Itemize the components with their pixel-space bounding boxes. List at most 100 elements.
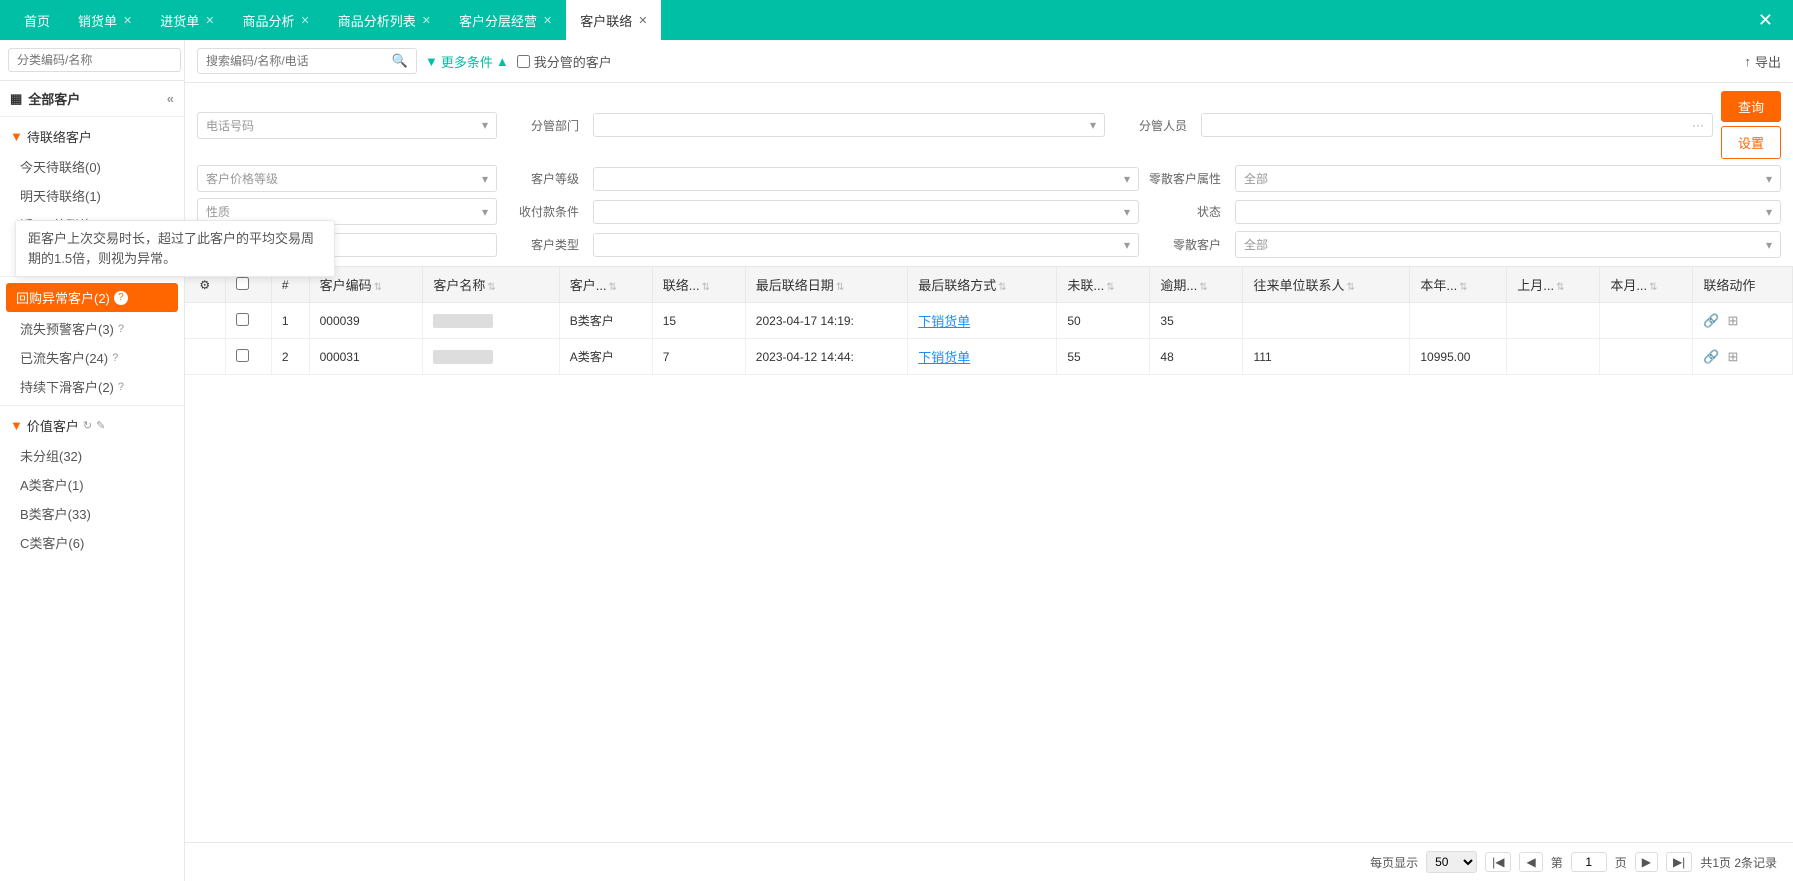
th-last-contact-date[interactable]: 最后联络日期⇅ <box>745 267 907 303</box>
payment-field[interactable]: ▾ <box>593 200 1139 224</box>
nav-tab-purchase[interactable]: 进货单 ✕ <box>146 0 228 40</box>
sidebar-item-lost[interactable]: 已流失客户(24) ? <box>0 343 184 372</box>
nav-home[interactable]: 首页 <box>10 0 64 40</box>
sync-icon[interactable]: ↻ <box>83 419 92 432</box>
phone-field[interactable]: 电话号码 ▾ <box>197 112 497 139</box>
sidebar-item-unclassified[interactable]: 未分组(32) <box>0 441 184 470</box>
th-contact-person[interactable]: 往来单位联系人⇅ <box>1243 267 1410 303</box>
th-name[interactable]: 客户名称⇅ <box>423 267 559 303</box>
select-all-checkbox[interactable] <box>236 277 249 290</box>
th-not-contacted[interactable]: 未联...⇅ <box>1057 267 1150 303</box>
more-action-icon[interactable]: ⊞ <box>1728 313 1739 329</box>
contact-method-link[interactable]: 下销货单 <box>918 350 970 365</box>
action-icons: 🔗 ⊞ <box>1703 313 1782 329</box>
sidebar-item-repurchase-abnormal[interactable]: 回购异常客户(2) ? <box>6 283 178 312</box>
row-checkbox[interactable] <box>236 349 249 362</box>
page-suffix: 页 <box>1615 854 1627 871</box>
page-number-input[interactable] <box>1571 852 1607 872</box>
status-field[interactable]: ▾ <box>1235 200 1781 224</box>
chevron-down-icon: ▾ <box>482 118 488 132</box>
contact-method-link[interactable]: 下销货单 <box>918 314 970 329</box>
sidebar-item-today[interactable]: 今天待联络(0) <box>0 152 184 181</box>
retail-customer-field[interactable]: 全部 ▾ <box>1235 231 1781 258</box>
chevron-down-icon: ▾ <box>1124 238 1130 252</box>
row-checkbox[interactable] <box>236 313 249 326</box>
th-contact[interactable]: 联络...⇅ <box>652 267 745 303</box>
th-type[interactable]: 客户...⇅ <box>559 267 652 303</box>
sidebar-item-b-class[interactable]: B类客户(33) <box>0 499 184 528</box>
nav-tab-product-analysis[interactable]: 商品分析 ✕ <box>228 0 323 40</box>
edit-icon[interactable]: ✎ <box>96 419 105 432</box>
td-contact: 15 <box>652 303 745 339</box>
set-button[interactable]: 设置 <box>1721 126 1781 159</box>
th-last-contact-method[interactable]: 最后联络方式⇅ <box>908 267 1057 303</box>
sidebar-item-c-class[interactable]: C类客户(6) <box>0 528 184 557</box>
sort-icon: ⇅ <box>374 282 382 293</box>
nav-tab-sales[interactable]: 销货单 ✕ <box>64 0 146 40</box>
close-icon[interactable]: ✕ <box>422 14 431 27</box>
export-button[interactable]: ↑ 导出 <box>1744 52 1781 71</box>
pending-contact-title[interactable]: ▼ 待联络客户 <box>0 121 184 152</box>
tooltip-box: 距客户上次交易时长，超过了此客户的平均交易周期的1.5倍，则视为异常。 <box>15 220 335 277</box>
sidebar-item-tomorrow[interactable]: 明天待联络(1) <box>0 181 184 210</box>
th-overdue[interactable]: 逾期...⇅ <box>1150 267 1243 303</box>
customer-table: ⚙ # 客户编码⇅ 客户名称⇅ 客户...⇅ 联络...⇅ 最后联络日期⇅ 最后… <box>185 267 1793 375</box>
td-last-contact-method: 下销货单 <box>908 303 1057 339</box>
more-conditions-button[interactable]: ▼ 更多条件 ▲ <box>425 52 509 71</box>
last-page-button[interactable]: ▶| <box>1666 852 1692 872</box>
sidebar-item-lost-pre[interactable]: 流失预警客户(3) ? <box>0 314 184 343</box>
next-page-button[interactable]: ▶ <box>1635 852 1658 872</box>
manager-field[interactable]: ··· <box>1201 113 1713 137</box>
sort-icon: ⇅ <box>1459 282 1467 293</box>
more-action-icon[interactable]: ⊞ <box>1728 349 1739 365</box>
per-page-select[interactable]: 50 100 <box>1426 851 1477 873</box>
nav-tab-customer-contact[interactable]: 客户联络 ✕ <box>566 0 661 40</box>
more-icon[interactable]: ··· <box>1692 118 1704 132</box>
customer-type-field[interactable]: ▾ <box>593 233 1139 257</box>
table-row: 2 000031 A类客户 7 2023-04-12 14:44: 下销货单 5… <box>185 339 1793 375</box>
query-button[interactable]: 查询 <box>1721 91 1781 122</box>
th-this-month[interactable]: 本月...⇅ <box>1600 267 1693 303</box>
department-field[interactable]: ▾ <box>593 113 1105 137</box>
contact-icon[interactable]: 🔗 <box>1703 313 1719 329</box>
td-action: 🔗 ⊞ <box>1693 303 1793 339</box>
all-customers-header[interactable]: ▦ 全部客户 « <box>0 81 184 117</box>
window-close-button[interactable]: ✕ <box>1748 10 1783 31</box>
close-icon[interactable]: ✕ <box>543 14 552 27</box>
collapse-icon[interactable]: « <box>167 91 174 106</box>
customer-level-field[interactable]: ▾ <box>593 167 1139 191</box>
td-last-contact-date: 2023-04-17 14:19: <box>745 303 907 339</box>
nav-tab-customer-segmentation[interactable]: 客户分层经营 ✕ <box>445 0 566 40</box>
nav-tab-product-analysis-list[interactable]: 商品分析列表 ✕ <box>324 0 445 40</box>
td-settings <box>185 339 225 375</box>
close-icon[interactable]: ✕ <box>205 14 214 27</box>
search-icon[interactable]: 🔍 <box>392 53 408 69</box>
contact-icon[interactable]: 🔗 <box>1703 349 1719 365</box>
search-input[interactable] <box>206 54 392 68</box>
close-icon[interactable]: ✕ <box>301 14 310 27</box>
filter-icon: ▼ <box>425 54 438 69</box>
my-customers-check[interactable] <box>517 55 530 68</box>
close-icon[interactable]: ✕ <box>123 14 132 27</box>
sidebar-item-continuous-down[interactable]: 持续下滑客户(2) ? <box>0 372 184 401</box>
customer-type-label: 客户类型 <box>505 236 585 253</box>
value-customers-section[interactable]: ▼ 价值客户 ↻ ✎ <box>0 410 184 441</box>
retail-attr-field[interactable]: 全部 ▾ <box>1235 165 1781 192</box>
close-icon[interactable]: ✕ <box>638 14 647 27</box>
td-settings <box>185 303 225 339</box>
divider2 <box>0 405 184 406</box>
td-overdue: 35 <box>1150 303 1243 339</box>
prev-page-button[interactable]: ◀ <box>1519 852 1542 872</box>
chevron-down-icon: ▾ <box>482 205 488 219</box>
category-search-input[interactable] <box>8 48 181 72</box>
th-last-month[interactable]: 上月...⇅ <box>1507 267 1600 303</box>
th-this-year[interactable]: 本年...⇅ <box>1410 267 1507 303</box>
td-this-month <box>1600 339 1693 375</box>
my-customers-checkbox: 我分管的客户 <box>517 52 612 71</box>
td-last-month <box>1507 339 1600 375</box>
sidebar-item-a-class[interactable]: A类客户(1) <box>0 470 184 499</box>
price-level-field[interactable]: 客户价格等级 ▾ <box>197 165 497 192</box>
first-page-button[interactable]: |◀ <box>1485 852 1511 872</box>
pagination-bar: 每页显示 50 100 |◀ ◀ 第 页 ▶ ▶| 共1页 2条记录 <box>185 842 1793 881</box>
td-contact-person <box>1243 303 1410 339</box>
